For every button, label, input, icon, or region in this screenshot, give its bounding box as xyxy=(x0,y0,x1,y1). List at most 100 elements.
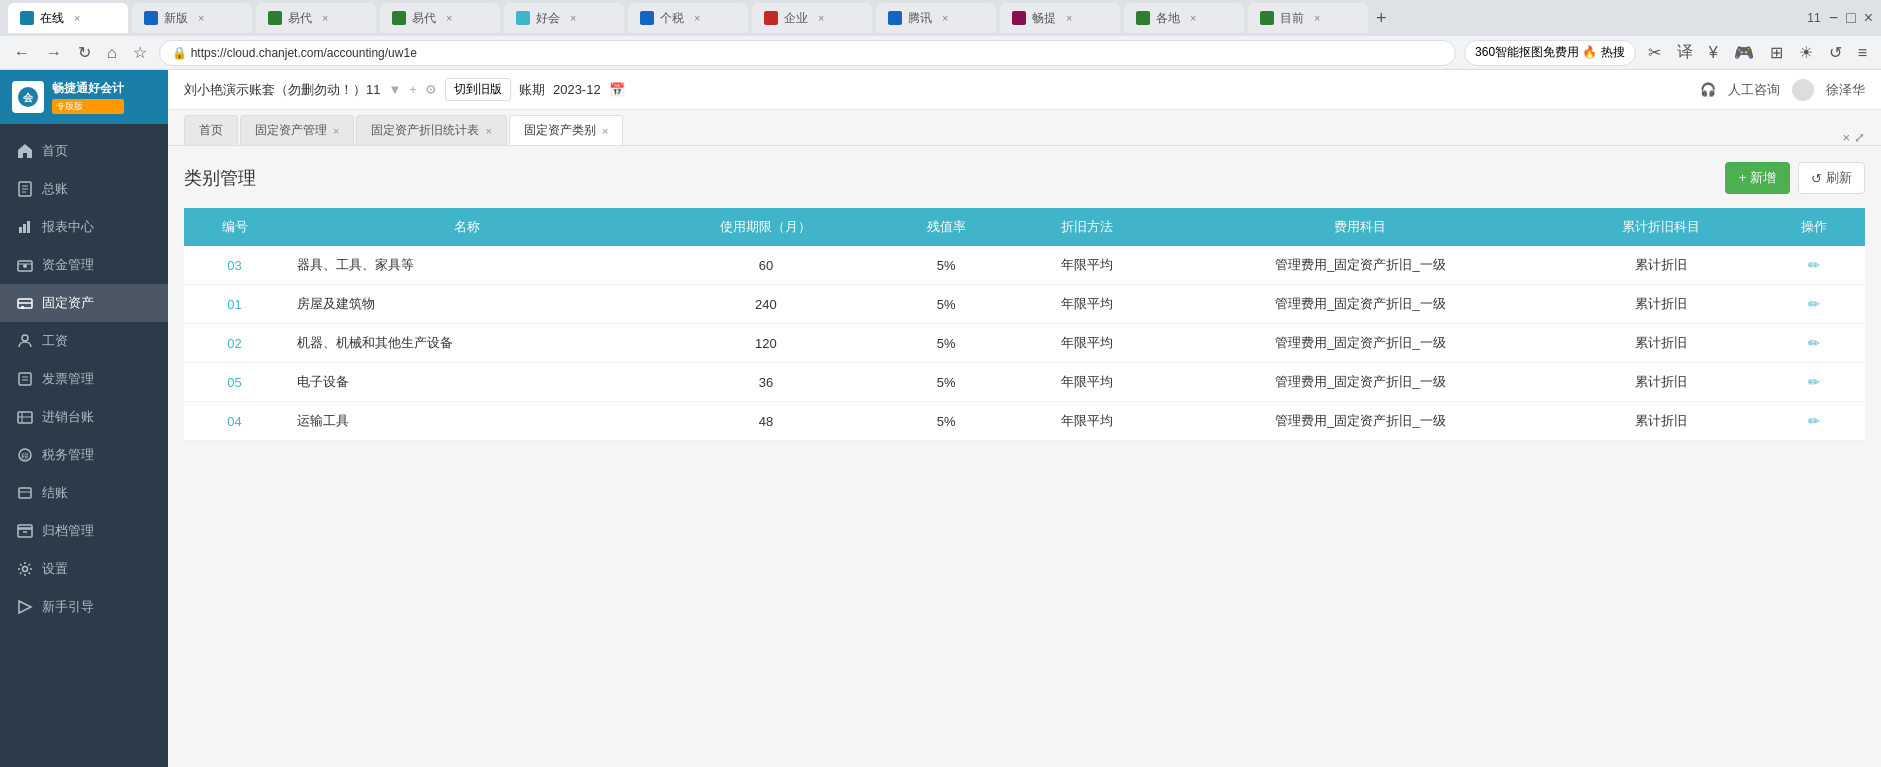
tab-close-yid1[interactable]: × xyxy=(322,12,328,24)
row0-residual: 5% xyxy=(882,246,1010,285)
tab-close-yid2[interactable]: × xyxy=(446,12,452,24)
edit-icon-3[interactable]: ✏ xyxy=(1808,374,1820,390)
svg-rect-7 xyxy=(23,224,26,233)
app-container: 会 畅捷通好会计 专版版 首页 总账 xyxy=(0,70,1881,767)
svg-rect-8 xyxy=(27,221,30,233)
tab-home[interactable]: 首页 xyxy=(184,115,238,145)
table-row: 04 运输工具 48 5% 年限平均 管理费用_固定资产折旧_一级 累计折旧 ✏ xyxy=(184,402,1865,441)
user-name[interactable]: 徐泽华 xyxy=(1826,81,1865,99)
tab-label-haohui: 好会 xyxy=(536,10,560,27)
brightness-icon[interactable]: ☀ xyxy=(1795,41,1817,64)
tab-icon-qiye xyxy=(764,11,778,25)
history-icon[interactable]: ↺ xyxy=(1825,41,1846,64)
tab-changti[interactable]: 畅提 × xyxy=(1000,3,1120,33)
tab-icon-muqian xyxy=(1260,11,1274,25)
tab-close-qiye[interactable]: × xyxy=(818,12,824,24)
tab-close-geshui[interactable]: × xyxy=(694,12,700,24)
row0-code: 03 xyxy=(184,246,285,285)
tab-close-new[interactable]: × xyxy=(198,12,204,24)
calendar-icon[interactable]: 📅 xyxy=(609,82,625,97)
add-button[interactable]: + 新增 xyxy=(1725,162,1790,194)
row0-action[interactable]: ✏ xyxy=(1764,246,1865,285)
maximize-button[interactable]: □ xyxy=(1846,9,1856,27)
tab-depreciation-close[interactable]: × xyxy=(485,125,491,137)
forward-button[interactable]: → xyxy=(42,42,66,64)
menu-icon[interactable]: ≡ xyxy=(1854,42,1871,64)
sidebar-item-capital[interactable]: 资金管理 xyxy=(0,246,168,284)
tab-close-gedi[interactable]: × xyxy=(1190,12,1196,24)
tab-close-zaixin[interactable]: × xyxy=(74,12,80,24)
url-input[interactable]: 🔒 https://cloud.chanjet.com/accounting/u… xyxy=(159,40,1456,66)
tab-tengxun[interactable]: 腾讯 × xyxy=(876,3,996,33)
sidebar-item-tax[interactable]: 税 税务管理 xyxy=(0,436,168,474)
dropdown-icon[interactable]: ▼ xyxy=(388,82,401,97)
col-residual: 残值率 xyxy=(882,208,1010,246)
sidebar-item-purchase[interactable]: 进销台账 xyxy=(0,398,168,436)
edit-icon-0[interactable]: ✏ xyxy=(1808,257,1820,273)
reload-button[interactable]: ↻ xyxy=(74,41,95,64)
tab-yid2[interactable]: 易代 × xyxy=(380,3,500,33)
new-tab-button[interactable]: + xyxy=(1372,8,1391,29)
tab-gedi[interactable]: 各地 × xyxy=(1124,3,1244,33)
sidebar-item-reports[interactable]: 报表中心 xyxy=(0,208,168,246)
tab-close-all-icon[interactable]: × xyxy=(1842,130,1850,145)
col-months: 使用期限（月） xyxy=(650,208,883,246)
sidebar-item-home[interactable]: 首页 xyxy=(0,132,168,170)
tab-depreciation[interactable]: 固定资产折旧统计表 × xyxy=(356,115,506,145)
service-label[interactable]: 人工咨询 xyxy=(1728,81,1780,99)
sidebar-label-fixed-assets: 固定资产 xyxy=(42,294,94,312)
game-icon[interactable]: 🎮 xyxy=(1730,41,1758,64)
tab-expand-icon[interactable]: ⤢ xyxy=(1854,130,1865,145)
sidebar-item-invoice[interactable]: 发票管理 xyxy=(0,360,168,398)
translate-icon[interactable]: 译 xyxy=(1673,40,1697,65)
home-button[interactable]: ⌂ xyxy=(103,42,121,64)
grid-icon[interactable]: ⊞ xyxy=(1766,41,1787,64)
search-box[interactable]: 360智能抠图免费用 🔥 热搜 xyxy=(1464,40,1636,66)
minimize-button[interactable]: − xyxy=(1829,9,1838,27)
refresh-button[interactable]: ↺ 刷新 xyxy=(1798,162,1865,194)
sidebar-item-payroll[interactable]: 工资 xyxy=(0,322,168,360)
tab-close-tengxun[interactable]: × xyxy=(942,12,948,24)
table-row: 01 房屋及建筑物 240 5% 年限平均 管理费用_固定资产折旧_一级 累计折… xyxy=(184,285,1865,324)
tab-muqian[interactable]: 目前 × xyxy=(1248,3,1368,33)
switch-old-button[interactable]: 切到旧版 xyxy=(445,78,511,101)
edit-icon-1[interactable]: ✏ xyxy=(1808,296,1820,312)
row0-expense: 管理费用_固定资产折旧_一级 xyxy=(1164,246,1558,285)
tab-asset-category-close[interactable]: × xyxy=(602,125,608,137)
tab-close-haohui[interactable]: × xyxy=(570,12,576,24)
row1-action[interactable]: ✏ xyxy=(1764,285,1865,324)
wallet-icon[interactable]: ¥ xyxy=(1705,42,1722,64)
plus-icon[interactable]: + xyxy=(409,82,417,97)
tab-new[interactable]: 新版 × xyxy=(132,3,252,33)
tab-close-muqian[interactable]: × xyxy=(1314,12,1320,24)
sidebar-item-fixed-assets[interactable]: 固定资产 xyxy=(0,284,168,322)
gear-icon-header[interactable]: ⚙ xyxy=(425,82,437,97)
back-button[interactable]: ← xyxy=(10,42,34,64)
tab-haohui[interactable]: 好会 × xyxy=(504,3,624,33)
tab-yid1[interactable]: 易代 × xyxy=(256,3,376,33)
row3-action[interactable]: ✏ xyxy=(1764,363,1865,402)
sidebar-item-ledger[interactable]: 总账 xyxy=(0,170,168,208)
bookmark-button[interactable]: ☆ xyxy=(129,41,151,64)
sidebar-item-archive[interactable]: 归档管理 xyxy=(0,512,168,550)
edit-icon-2[interactable]: ✏ xyxy=(1808,335,1820,351)
scissors-icon[interactable]: ✂ xyxy=(1644,41,1665,64)
sidebar-item-checkout[interactable]: 结账 xyxy=(0,474,168,512)
sidebar-item-guide[interactable]: 新手引导 xyxy=(0,588,168,626)
tab-asset-category[interactable]: 固定资产类别 × xyxy=(509,115,623,145)
tab-fixed-asset-mgr[interactable]: 固定资产管理 × xyxy=(240,115,354,145)
tab-label-new: 新版 xyxy=(164,10,188,27)
tab-icon-gedi xyxy=(1136,11,1150,25)
row4-action[interactable]: ✏ xyxy=(1764,402,1865,441)
row2-action[interactable]: ✏ xyxy=(1764,324,1865,363)
tab-geshui[interactable]: 个税 × xyxy=(628,3,748,33)
sidebar-item-settings[interactable]: 设置 xyxy=(0,550,168,588)
tab-zaixin[interactable]: 在线 × xyxy=(8,3,128,33)
close-button[interactable]: × xyxy=(1864,9,1873,27)
tab-close-changti[interactable]: × xyxy=(1066,12,1072,24)
tab-fixed-asset-mgr-close[interactable]: × xyxy=(333,125,339,137)
col-expense: 费用科目 xyxy=(1164,208,1558,246)
logo-name: 畅捷通好会计 xyxy=(52,80,124,97)
edit-icon-4[interactable]: ✏ xyxy=(1808,413,1820,429)
tab-qiye[interactable]: 企业 × xyxy=(752,3,872,33)
